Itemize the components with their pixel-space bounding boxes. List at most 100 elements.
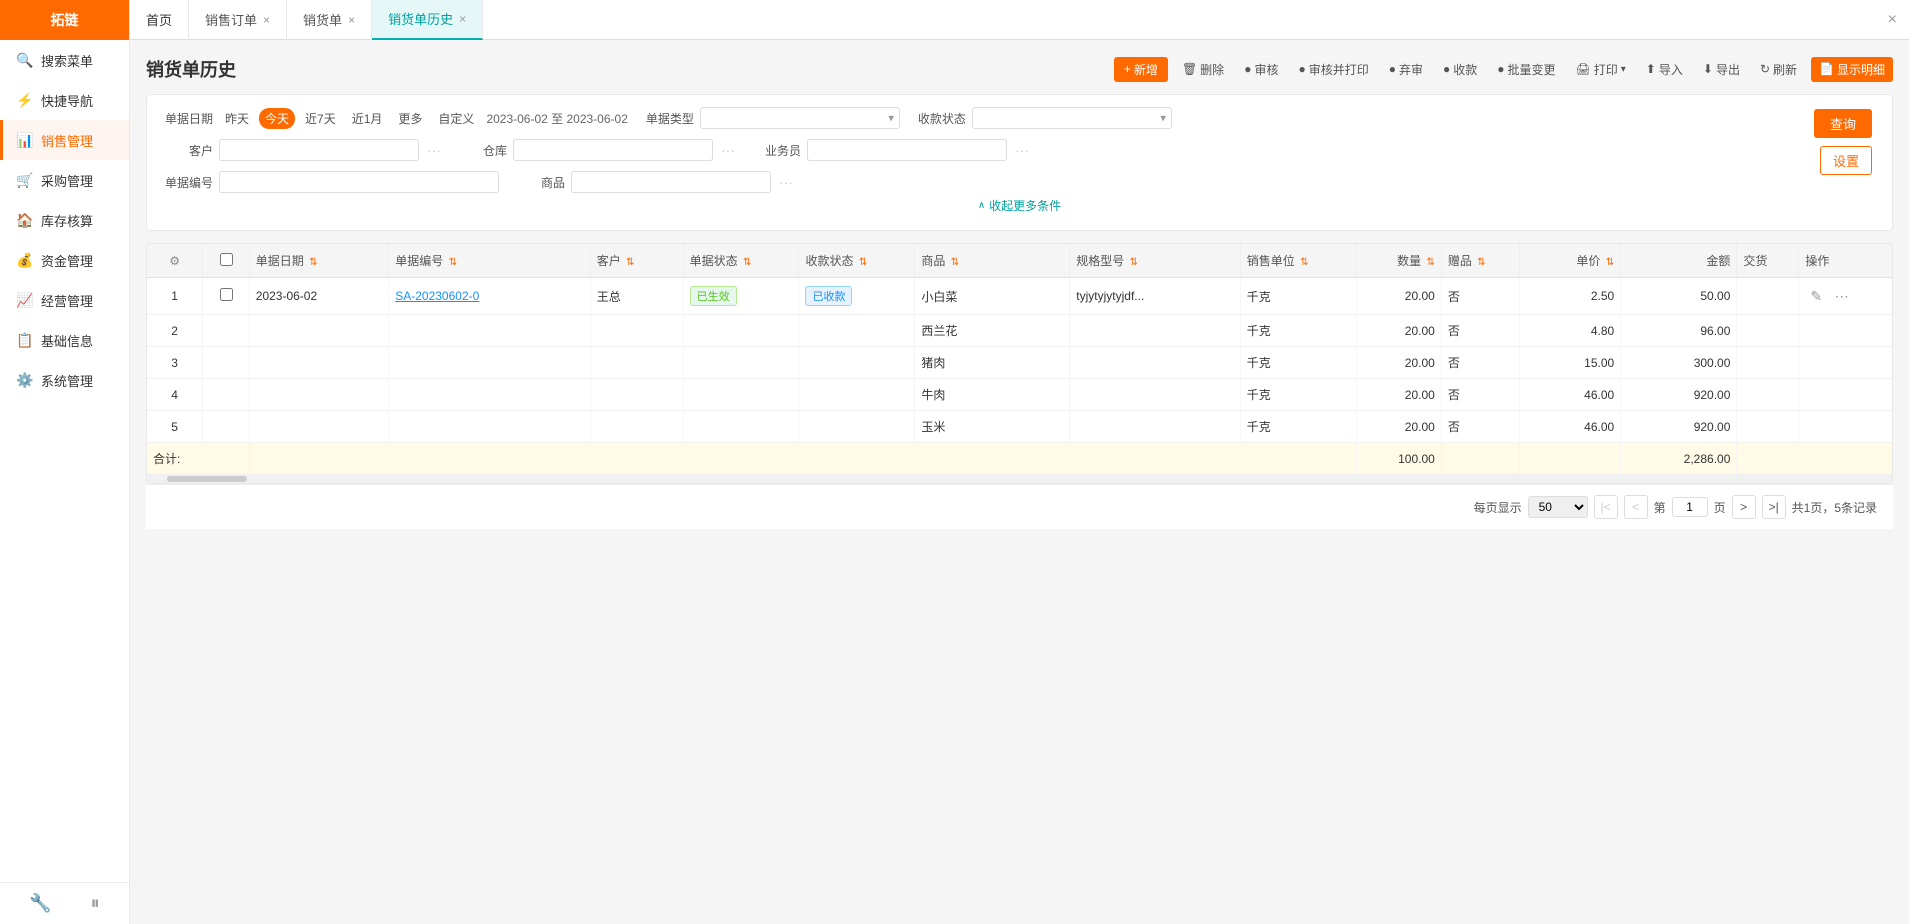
th-spec[interactable]: 规格型号 ⇅ [1070,244,1240,278]
tab-sales-history[interactable]: 销货单历史 × [372,0,483,40]
more-action-icon[interactable]: ⋯ [1831,285,1853,307]
page-header: 销货单历史 + 新增 🗑 删除 ● 审核 ● 审核并打印 [146,56,1893,82]
date-btn-last7[interactable]: 近7天 [299,108,342,129]
th-qty[interactable]: 数量 ⇅ [1356,244,1441,278]
summary-qty: 100.00 [1356,443,1441,475]
page-number-input[interactable]: 1 [1672,497,1708,517]
code-sort-icon: ⇅ [449,257,457,268]
scroll-thumb[interactable] [167,476,247,482]
goods-dots[interactable]: ··· [779,174,793,190]
page-first-btn[interactable]: |< [1594,495,1618,519]
filter-doc-no: 单据编号 [163,171,499,193]
cell-customer [590,315,683,347]
goods-input[interactable] [571,171,771,193]
sidebar-item-purchase-mgmt[interactable]: 🛒 采购管理 [0,160,129,200]
select-all-checkbox[interactable] [220,253,233,266]
sidebar-item-inventory[interactable]: 🏠 库存核算 [0,200,129,240]
th-pay-status[interactable]: 收款状态 ⇅ [799,244,915,278]
query-button[interactable]: 查询 [1814,109,1872,138]
export-button[interactable]: ⬇ 导出 [1697,57,1746,82]
cell-pay-status [799,315,915,347]
collapse-filter-btn[interactable]: ∧ 收起更多条件 [163,193,1876,218]
salesperson-dots[interactable]: ··· [1015,142,1029,158]
date-btn-more[interactable]: 更多 [392,108,428,129]
sidebar-item-operations[interactable]: 📈 经营管理 [0,280,129,320]
filter-row-3: 单据编号 商品 ··· [163,171,1802,193]
goods-label: 商品 [515,174,565,191]
sidebar-item-system[interactable]: ⚙️ 系统管理 [0,360,129,400]
audit-print-button[interactable]: ● 审核并打印 [1292,57,1374,82]
table-settings-icon[interactable]: ⚙ [153,254,196,268]
delete-button[interactable]: 🗑 删除 [1176,57,1230,82]
warehouse-input[interactable] [513,139,713,161]
filter-pay-status: 收款状态 [916,107,1172,129]
summary-label: 合计: [153,452,180,466]
th-date[interactable]: 单据日期 ⇅ [249,244,388,278]
abandon-icon: ● [1389,62,1396,76]
tab-sales-delivery[interactable]: 销货单 × [287,0,372,40]
page-prev-btn[interactable]: < [1624,495,1648,519]
sidebar-item-finance[interactable]: 💰 资金管理 [0,240,129,280]
batch-change-button[interactable]: ● 批量变更 [1491,57,1561,82]
cell-gift: 否 [1441,278,1520,315]
refresh-button[interactable]: ↻ 刷新 [1754,57,1803,82]
cell-trade [1737,347,1799,379]
status-badge: 已生效 [690,286,737,306]
th-unit[interactable]: 销售单位 ⇅ [1240,244,1356,278]
customer-dots[interactable]: ··· [427,142,441,158]
date-btn-today[interactable]: 今天 [259,108,295,129]
page-label-prefix: 第 [1654,499,1666,516]
summary-price-spacer [1520,443,1621,475]
tab-bar-close-all[interactable]: × [1876,11,1909,29]
tab-sales-order[interactable]: 销售订单 × [189,0,287,40]
th-price[interactable]: 单价 ⇅ [1520,244,1621,278]
abandon-button[interactable]: ● 弃审 [1383,57,1429,82]
import-button[interactable]: ⬆ 导入 [1640,57,1689,82]
sidebar-collapse-icon[interactable]: ⏸ [91,893,100,914]
page-next-btn[interactable]: > [1732,495,1756,519]
new-button[interactable]: + 新增 [1114,57,1168,82]
row-checkbox[interactable] [220,288,233,301]
sidebar-item-label: 系统管理 [41,371,93,390]
tab-sales-history-close[interactable]: × [459,12,466,26]
date-btn-last1m[interactable]: 近1月 [346,108,389,129]
print-button[interactable]: 🖨 打印 ▾ [1570,57,1632,82]
page-size-select[interactable]: 50 [1528,496,1588,518]
th-status[interactable]: 单据状态 ⇅ [683,244,799,278]
doc-type-select[interactable] [700,107,900,129]
cell-pay-status [799,411,915,443]
th-gift[interactable]: 赠品 ⇅ [1441,244,1520,278]
table-row: 3 猪肉 千克 20.00 否 15.00 300.00 [147,347,1892,379]
show-detail-button[interactable]: 📄 显示明细 [1811,57,1893,82]
collect-button[interactable]: ● 收款 [1437,57,1483,82]
th-goods[interactable]: 商品 ⇅ [915,244,1070,278]
date-btn-custom[interactable]: 自定义 [432,108,480,129]
sidebar-item-sales-mgmt[interactable]: 📊 销售管理 [0,120,129,160]
salesperson-input[interactable] [807,139,1007,161]
settings-button[interactable]: 设置 [1820,146,1872,175]
cell-num: 2 [147,315,203,347]
pay-status-select[interactable] [972,107,1172,129]
tab-sales-order-close[interactable]: × [263,13,270,27]
print-icon: 🖨 [1576,62,1591,76]
sidebar-item-quick-nav[interactable]: ⚡ 快捷导航 [0,80,129,120]
doc-no-input[interactable] [219,171,499,193]
cell-gift: 否 [1441,315,1520,347]
doc-code-link[interactable]: SA-20230602-0 [395,289,479,303]
tab-sales-delivery-close[interactable]: × [348,13,355,27]
edit-action-icon[interactable]: ✎ [1805,285,1827,307]
toolbar: + 新增 🗑 删除 ● 审核 ● 审核并打印 ● 弃审 [1114,57,1893,82]
sidebar-item-search-menu[interactable]: 🔍 搜索菜单 [0,40,129,80]
filter-goods: 商品 ··· [515,171,793,193]
warehouse-dots[interactable]: ··· [721,142,735,158]
sidebar-item-basic-info[interactable]: 📋 基础信息 [0,320,129,360]
th-code[interactable]: 单据编号 ⇅ [389,244,590,278]
tab-home[interactable]: 首页 [130,0,189,40]
th-customer[interactable]: 客户 ⇅ [590,244,683,278]
audit-button[interactable]: ● 审核 [1238,57,1284,82]
date-btn-yesterday[interactable]: 昨天 [219,108,255,129]
horizontal-scrollbar[interactable] [147,475,1892,483]
sidebar-settings-icon[interactable]: 🔧 [29,893,51,914]
page-last-btn[interactable]: >| [1762,495,1786,519]
customer-input[interactable] [219,139,419,161]
